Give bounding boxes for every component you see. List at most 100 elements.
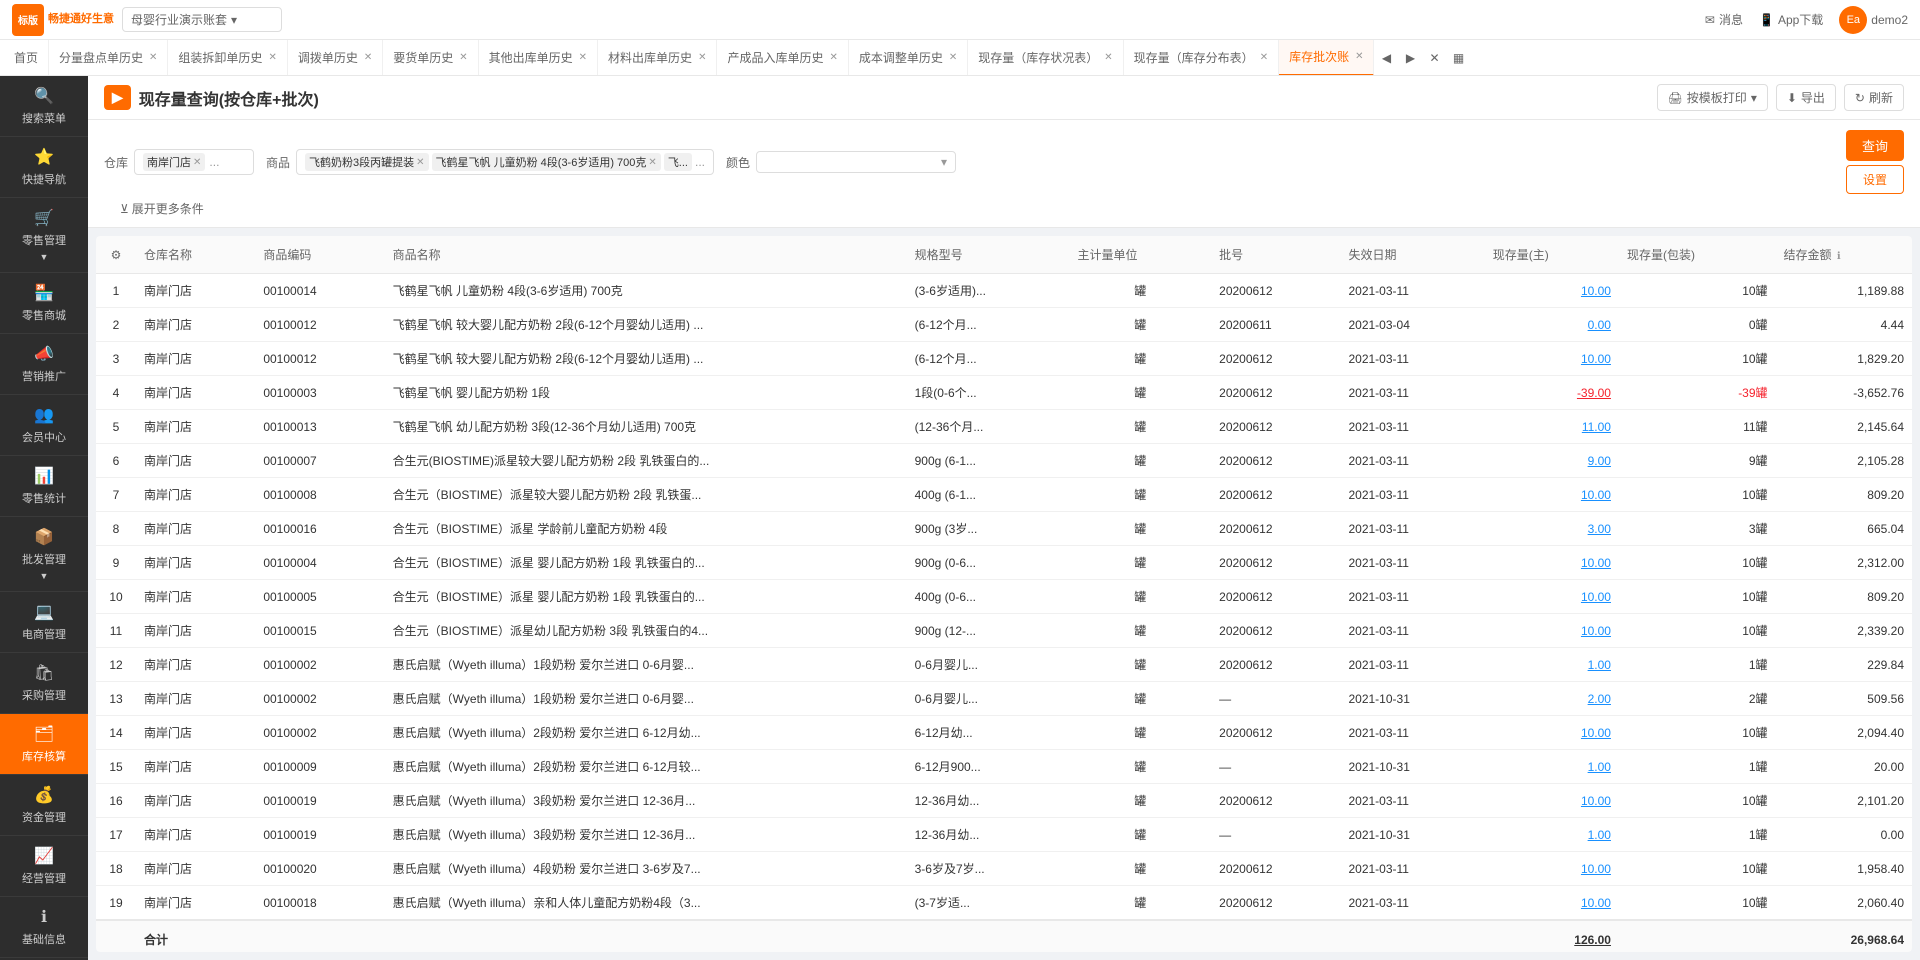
sidebar-label-retail: 零售管理 xyxy=(22,232,66,248)
table-row: 2 南岸门店 00100012 飞鹤星飞帆 较大婴儿配方奶粉 2段(6-12个月… xyxy=(96,308,1912,342)
marketing-icon: 📣 xyxy=(34,344,54,364)
tab-close-1[interactable]: ✕ xyxy=(149,52,157,63)
cell-qty-main[interactable]: 9.00 xyxy=(1485,444,1619,478)
tab-4[interactable]: 要货单历史 ✕ xyxy=(383,40,478,76)
sidebar-item-finance[interactable]: 💰 资金管理 xyxy=(0,775,88,836)
user-area[interactable]: Ea demo2 xyxy=(1839,6,1908,34)
cell-code: 00100012 xyxy=(255,342,384,376)
product-filter-input[interactable]: 飞鹤奶粉3段丙罐提装 ✕ 飞鹤星飞帆 儿童奶粉 4段(3-6岁适用) 700克 … xyxy=(296,149,714,175)
cell-qty-main[interactable]: 10.00 xyxy=(1485,886,1619,921)
cell-qty-main[interactable]: 0.00 xyxy=(1485,308,1619,342)
tab-close-5[interactable]: ✕ xyxy=(579,52,587,63)
cell-qty-main[interactable]: 1.00 xyxy=(1485,648,1619,682)
message-btn[interactable]: ✉ 消息 xyxy=(1705,11,1743,28)
sidebar-item-mall[interactable]: 🏪 零售商城 xyxy=(0,273,88,334)
tab-8[interactable]: 成本调整单历史 ✕ xyxy=(849,40,968,76)
sidebar-item-ecommerce[interactable]: 💻 电商管理 xyxy=(0,592,88,653)
cell-spec: 12-36月幼... xyxy=(907,818,1070,852)
tab-6[interactable]: 材料出库单历史 ✕ xyxy=(598,40,717,76)
product-tag-1-close[interactable]: ✕ xyxy=(416,157,424,168)
sidebar-item-search[interactable]: 🔍 搜索菜单 xyxy=(0,76,88,137)
cell-no: 13 xyxy=(96,682,136,716)
sidebar-item-purchase[interactable]: 🛍 采购管理 xyxy=(0,653,88,714)
sidebar-item-marketing[interactable]: 📣 营销推广 xyxy=(0,334,88,395)
product-tag-2-close[interactable]: ✕ xyxy=(648,157,656,168)
sidebar-item-nav[interactable]: ⭐ 快捷导航 xyxy=(0,137,88,198)
tab-3[interactable]: 调拨单历史 ✕ xyxy=(288,40,383,76)
tab-nav-left[interactable]: ◀ xyxy=(1374,40,1398,76)
th-amount: 结存金额 ℹ xyxy=(1776,236,1912,274)
cell-no: 2 xyxy=(96,308,136,342)
cell-qty-main[interactable]: 1.00 xyxy=(1485,818,1619,852)
warehouse-filter-input[interactable]: 南岸门店 ✕ ... xyxy=(134,149,254,175)
tab-close-all[interactable]: ✕ xyxy=(1422,40,1446,76)
tab-5[interactable]: 其他出库单历史 ✕ xyxy=(479,40,598,76)
settings-button[interactable]: 设置 xyxy=(1846,165,1904,194)
cell-spec: (6-12个月... xyxy=(907,342,1070,376)
amount-info-icon[interactable]: ℹ xyxy=(1837,251,1841,262)
tab-10[interactable]: 现存量（库存分布表） ✕ xyxy=(1124,40,1279,76)
org-selector[interactable]: 母婴行业演示账套 ▾ xyxy=(122,7,282,32)
cell-qty-main[interactable]: 10.00 xyxy=(1485,716,1619,750)
cell-qty-main[interactable]: -39.00 xyxy=(1485,376,1619,410)
tab-close-6[interactable]: ✕ xyxy=(698,52,706,63)
tab-menu[interactable]: ▦ xyxy=(1446,40,1470,76)
footer-label: 合计 xyxy=(136,920,1485,952)
sidebar-item-basic[interactable]: ℹ 基础信息 xyxy=(0,897,88,958)
cell-qty-main[interactable]: 10.00 xyxy=(1485,580,1619,614)
tab-close-11[interactable]: ✕ xyxy=(1355,51,1363,62)
sidebar-item-wholesale[interactable]: 📦 批发管理 ▼ xyxy=(0,517,88,592)
table-row: 14 南岸门店 00100002 惠氏启赋（Wyeth illuma）2段奶粉 … xyxy=(96,716,1912,750)
cell-qty-pkg: -39罐 xyxy=(1619,376,1776,410)
cell-qty-main[interactable]: 10.00 xyxy=(1485,274,1619,308)
cell-qty-main[interactable]: 3.00 xyxy=(1485,512,1619,546)
inventory-icon: 🗂 xyxy=(34,724,54,744)
warehouse-tag-close[interactable]: ✕ xyxy=(193,157,201,168)
app-download-btn[interactable]: 📱 App下载 xyxy=(1759,11,1823,28)
tab-9[interactable]: 现存量（库存状况表） ✕ xyxy=(968,40,1123,76)
search-button[interactable]: 查询 xyxy=(1846,130,1904,161)
sidebar-item-mgmt[interactable]: 📈 经营管理 xyxy=(0,836,88,897)
sidebar-item-stats[interactable]: 📊 零售统计 xyxy=(0,456,88,517)
tab-close-7[interactable]: ✕ xyxy=(829,52,837,63)
cell-qty-main[interactable]: 10.00 xyxy=(1485,784,1619,818)
cell-qty-main[interactable]: 10.00 xyxy=(1485,852,1619,886)
sidebar-label-ecommerce: 电商管理 xyxy=(22,626,66,642)
cell-qty-main[interactable]: 10.00 xyxy=(1485,614,1619,648)
sidebar-item-member[interactable]: 👥 会员中心 xyxy=(0,395,88,456)
tab-2[interactable]: 组装拆卸单历史 ✕ xyxy=(168,40,287,76)
cell-expire: 2021-03-11 xyxy=(1340,512,1484,546)
print-btn[interactable]: 🖨 按模板打印 ▾ xyxy=(1657,84,1768,111)
tab-close-2[interactable]: ✕ xyxy=(268,52,276,63)
tab-1[interactable]: 分量盘点单历史 ✕ xyxy=(49,40,168,76)
sidebar-item-inventory[interactable]: 🗂 库存核算 xyxy=(0,714,88,775)
cell-qty-main[interactable]: 2.00 xyxy=(1485,682,1619,716)
export-btn[interactable]: ⬇ 导出 xyxy=(1776,84,1836,111)
th-settings[interactable]: ⚙ xyxy=(96,236,136,274)
cell-warehouse: 南岸门店 xyxy=(136,580,255,614)
tab-close-4[interactable]: ✕ xyxy=(459,52,467,63)
sidebar-item-retail[interactable]: 🛒 零售管理 ▼ xyxy=(0,198,88,273)
sidebar-label-basic: 基础信息 xyxy=(22,931,66,947)
color-filter-input[interactable]: ▾ xyxy=(756,151,956,173)
tab-11-active[interactable]: 库存批次账 ✕ xyxy=(1279,40,1374,76)
tab-home[interactable]: 首页 xyxy=(4,40,49,76)
refresh-btn[interactable]: ↻ 刷新 xyxy=(1844,84,1904,111)
cell-warehouse: 南岸门店 xyxy=(136,478,255,512)
expand-filter-btn[interactable]: ▶ xyxy=(104,85,131,110)
tab-nav-right[interactable]: ▶ xyxy=(1398,40,1422,76)
cell-qty-main[interactable]: 11.00 xyxy=(1485,410,1619,444)
expand-conditions-btn[interactable]: ⊻ 展开更多条件 xyxy=(104,200,1904,217)
tab-close-3[interactable]: ✕ xyxy=(364,52,372,63)
tab-close-10[interactable]: ✕ xyxy=(1260,52,1268,63)
warehouse-more[interactable]: ... xyxy=(209,155,219,169)
product-more[interactable]: ... xyxy=(695,155,705,169)
cell-qty-main[interactable]: 10.00 xyxy=(1485,478,1619,512)
cell-qty-main[interactable]: 1.00 xyxy=(1485,750,1619,784)
tab-close-8[interactable]: ✕ xyxy=(949,52,957,63)
tab-close-9[interactable]: ✕ xyxy=(1104,52,1112,63)
cell-qty-main[interactable]: 10.00 xyxy=(1485,546,1619,580)
cell-name: 飞鹤星飞帆 较大婴儿配方奶粉 2段(6-12个月婴幼儿适用) ... xyxy=(385,342,907,376)
tab-7[interactable]: 产成品入库单历史 ✕ xyxy=(717,40,848,76)
cell-qty-main[interactable]: 10.00 xyxy=(1485,342,1619,376)
